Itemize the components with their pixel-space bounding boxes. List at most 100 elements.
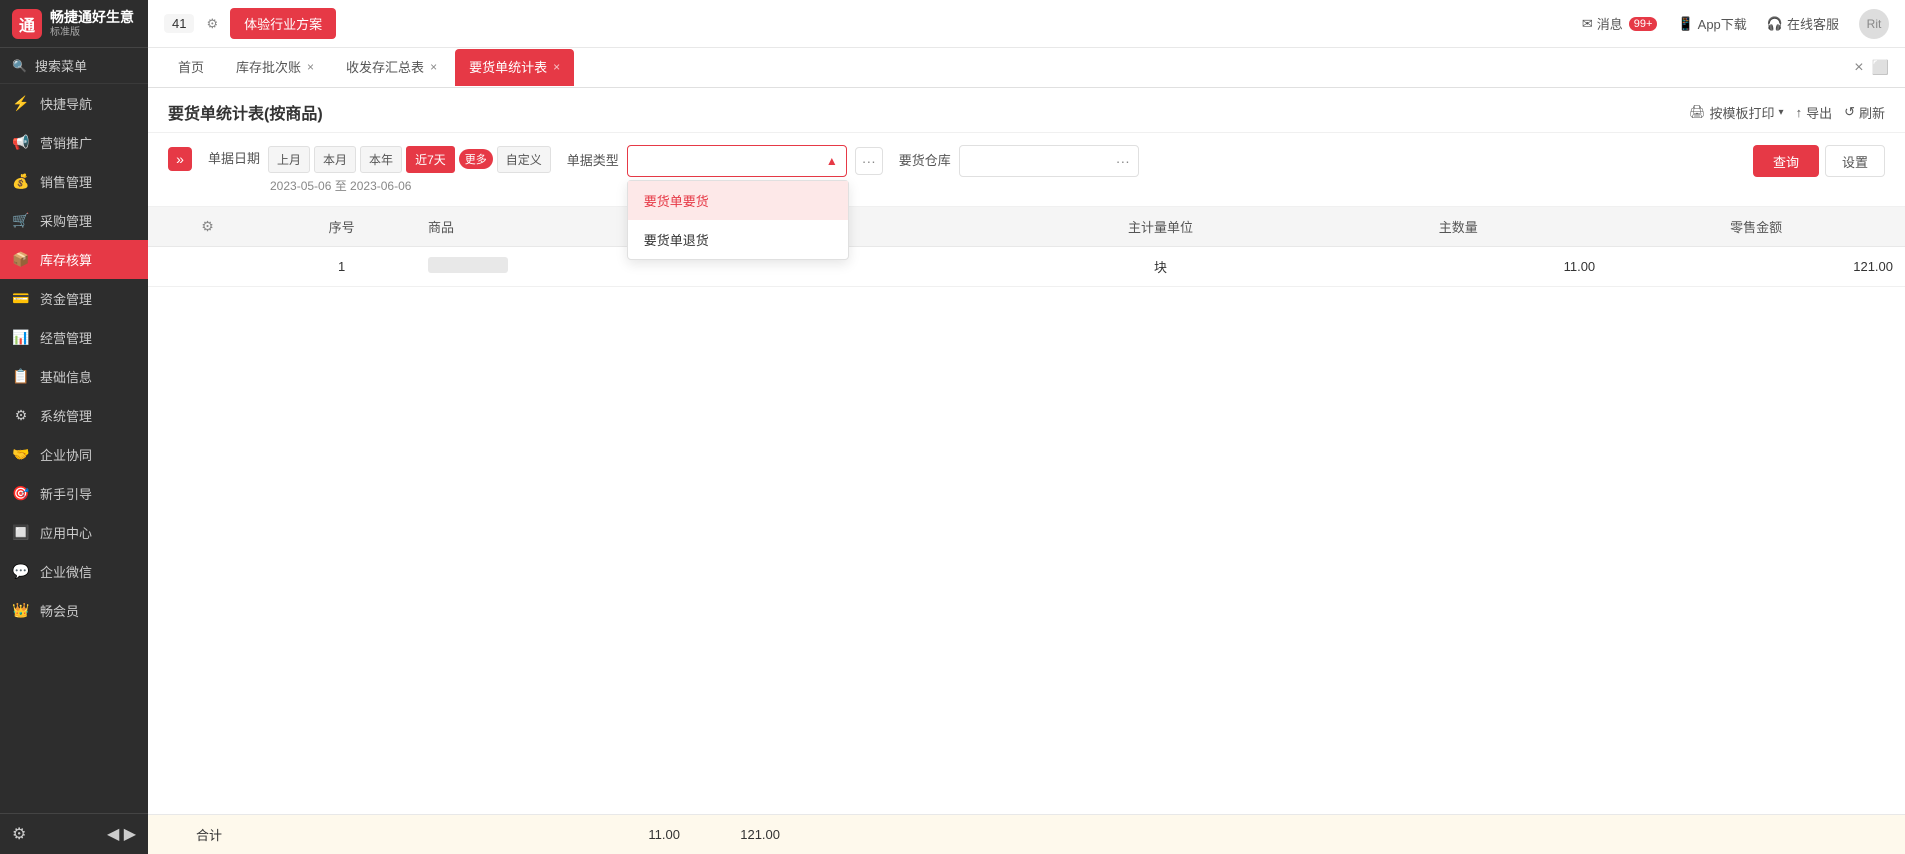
main-content: 41 ⚙ 体验行业方案 ✉ 消息 99+ 📱 App下载 🎧 在线客服 Rit …: [148, 0, 1905, 854]
gear-icon[interactable]: ⚙: [206, 16, 218, 32]
finance-icon: 💳: [12, 290, 30, 307]
more-badge[interactable]: 更多: [459, 149, 493, 169]
system-icon: ⚙: [12, 407, 30, 424]
row-settings: [148, 247, 267, 287]
membership-icon: 👑: [12, 602, 30, 619]
sidebar-item-sales[interactable]: 💰 销售管理: [0, 162, 148, 201]
service-icon: 🎧: [1767, 16, 1783, 32]
online-service-label: 在线客服: [1787, 14, 1839, 33]
table-footer: 合计 11.00 121.00: [148, 814, 1905, 854]
sidebar-item-inventory[interactable]: 📦 库存核算: [0, 240, 148, 279]
header-right: ✉ 消息 99+ 📱 App下载 🎧 在线客服 Rit: [1582, 9, 1889, 39]
tab-close-batch[interactable]: ×: [307, 61, 314, 73]
row-index: 1: [267, 247, 416, 287]
footer-sale-amount: 121.00: [700, 827, 800, 842]
tab-close-order[interactable]: ×: [553, 61, 560, 73]
col-settings: ⚙: [148, 207, 267, 247]
trial-button[interactable]: 体验行业方案: [230, 8, 336, 39]
tab-maximize-icon[interactable]: ⬜: [1872, 59, 1889, 76]
refresh-label: 刷新: [1859, 103, 1885, 122]
page-actions: 🖨 按模板打印 ▾ ↑ 导出 ↺ 刷新: [1689, 103, 1885, 122]
table-wrapper: ⚙ 序号 商品 主计量单位 主数量: [148, 207, 1905, 814]
tab-receipt-label: 收发存汇总表: [346, 57, 424, 76]
app-version: 标准版: [50, 26, 134, 39]
dropdown-option-goods[interactable]: 要货单要货: [628, 181, 848, 220]
warehouse-more-icon: ···: [1116, 147, 1130, 175]
data-table: ⚙ 序号 商品 主计量单位 主数量: [148, 207, 1905, 287]
col-settings-icon[interactable]: ⚙: [201, 218, 214, 234]
query-button[interactable]: 查询: [1753, 145, 1819, 177]
app-name: 畅捷通好生意: [50, 8, 134, 26]
sidebar-item-system[interactable]: ⚙ 系统管理: [0, 396, 148, 435]
sidebar-toggle-icon[interactable]: ◀ ▶: [107, 824, 136, 844]
filter-type-select[interactable]: ▲ 要货单要货 要货单退货: [627, 145, 847, 177]
sidebar-bottom: ⚙ ◀ ▶: [0, 813, 148, 854]
sidebar-item-guide[interactable]: 🎯 新手引导: [0, 474, 148, 513]
table-header-row: ⚙ 序号 商品 主计量单位 主数量: [148, 207, 1905, 247]
date-btn-this-year[interactable]: 本年: [360, 146, 402, 173]
sidebar-item-label: 应用中心: [40, 523, 92, 542]
sidebar-search[interactable]: 🔍 搜索菜单: [0, 48, 148, 84]
col-quantity: 主数量: [1309, 207, 1607, 247]
sidebar-item-marketing[interactable]: 📢 营销推广: [0, 123, 148, 162]
marketing-icon: 📢: [12, 134, 30, 151]
sidebar-item-label: 经营管理: [40, 328, 92, 347]
sidebar-item-label: 新手引导: [40, 484, 92, 503]
page-content: 要货单统计表(按商品) 🖨 按模板打印 ▾ ↑ 导出 ↺ 刷新: [148, 88, 1905, 854]
sidebar-item-app-center[interactable]: 🔲 应用中心: [0, 513, 148, 552]
sidebar-item-membership[interactable]: 👑 畅会员: [0, 591, 148, 630]
date-btn-custom[interactable]: 自定义: [497, 146, 551, 173]
sidebar-item-finance[interactable]: 💳 资金管理: [0, 279, 148, 318]
sidebar-item-label: 畅会员: [40, 601, 79, 620]
tab-batch-account[interactable]: 库存批次账 ×: [222, 49, 328, 86]
type-label: 单据类型: [567, 147, 619, 175]
product-name-placeholder: [428, 257, 508, 273]
page-title: 要货单统计表(按商品): [168, 100, 323, 124]
filter-expand-btn[interactable]: »: [168, 147, 192, 171]
tab-receipt-summary[interactable]: 收发存汇总表 ×: [332, 49, 451, 86]
settings-button[interactable]: 设置: [1825, 145, 1885, 177]
tab-home[interactable]: 首页: [164, 49, 218, 86]
tab-order-stats[interactable]: 要货单统计表 ×: [455, 49, 574, 86]
row-sale-amount: 121.00: [1607, 247, 1905, 287]
notifications-action[interactable]: ✉ 消息 99+: [1582, 14, 1658, 33]
sidebar-item-cooperation[interactable]: 🤝 企业协同: [0, 435, 148, 474]
sidebar-item-label: 企业微信: [40, 562, 92, 581]
refresh-btn[interactable]: ↺ 刷新: [1844, 103, 1885, 122]
date-btn-this-month[interactable]: 本月: [314, 146, 356, 173]
settings-icon[interactable]: ⚙: [12, 824, 26, 844]
export-btn[interactable]: ↑ 导出: [1796, 103, 1833, 122]
sidebar-item-operations[interactable]: 📊 经营管理: [0, 318, 148, 357]
warehouse-label: 要货仓库: [899, 147, 951, 175]
filter-more-btn[interactable]: ···: [855, 147, 883, 175]
purchase-icon: 🛒: [12, 212, 30, 229]
sidebar-nav: ⚡ 快捷导航 📢 营销推广 💰 销售管理 🛒 采购管理 📦 库存核算 💳 资金管…: [0, 84, 148, 813]
app-logo-icon: 通: [12, 9, 42, 39]
template-print-btn[interactable]: 🖨 按模板打印 ▾: [1689, 103, 1784, 122]
expand-icon: »: [176, 151, 184, 167]
sidebar-item-basic-info[interactable]: 📋 基础信息: [0, 357, 148, 396]
filter-type-wrapper: 单据类型 ▲ 要货单要货 要货单退货 ···: [567, 145, 883, 177]
footer-quantity: 11.00: [580, 827, 700, 842]
avatar[interactable]: Rit: [1859, 9, 1889, 39]
tab-close-receipt[interactable]: ×: [430, 61, 437, 73]
sidebar-item-quick-nav[interactable]: ⚡ 快捷导航: [0, 84, 148, 123]
sidebar-item-label: 营销推广: [40, 133, 92, 152]
app-center-icon: 🔲: [12, 524, 30, 541]
dropdown-option-return[interactable]: 要货单退货: [628, 220, 848, 259]
sidebar-item-wechat[interactable]: 💬 企业微信: [0, 552, 148, 591]
tab-close-all-icon[interactable]: ×: [1854, 59, 1863, 77]
date-btn-last-month[interactable]: 上月: [268, 146, 310, 173]
basic-info-icon: 📋: [12, 368, 30, 385]
print-icon: 🖨: [1689, 104, 1706, 120]
sidebar-item-purchase[interactable]: 🛒 采购管理: [0, 201, 148, 240]
sidebar-item-label: 快捷导航: [40, 94, 92, 113]
filter-warehouse-select[interactable]: ···: [959, 145, 1139, 177]
date-btn-recent7[interactable]: 近7天: [406, 146, 455, 173]
filter-date-group: 单据日期 上月 本月 本年 近7天 更多 自定义 2023-05-06 至 20…: [208, 145, 551, 194]
header-number: 41: [164, 14, 194, 33]
online-service-action[interactable]: 🎧 在线客服: [1767, 14, 1839, 33]
app-download-action[interactable]: 📱 App下载: [1677, 14, 1746, 33]
app-download-label: App下载: [1698, 14, 1747, 33]
sales-icon: 💰: [12, 173, 30, 190]
